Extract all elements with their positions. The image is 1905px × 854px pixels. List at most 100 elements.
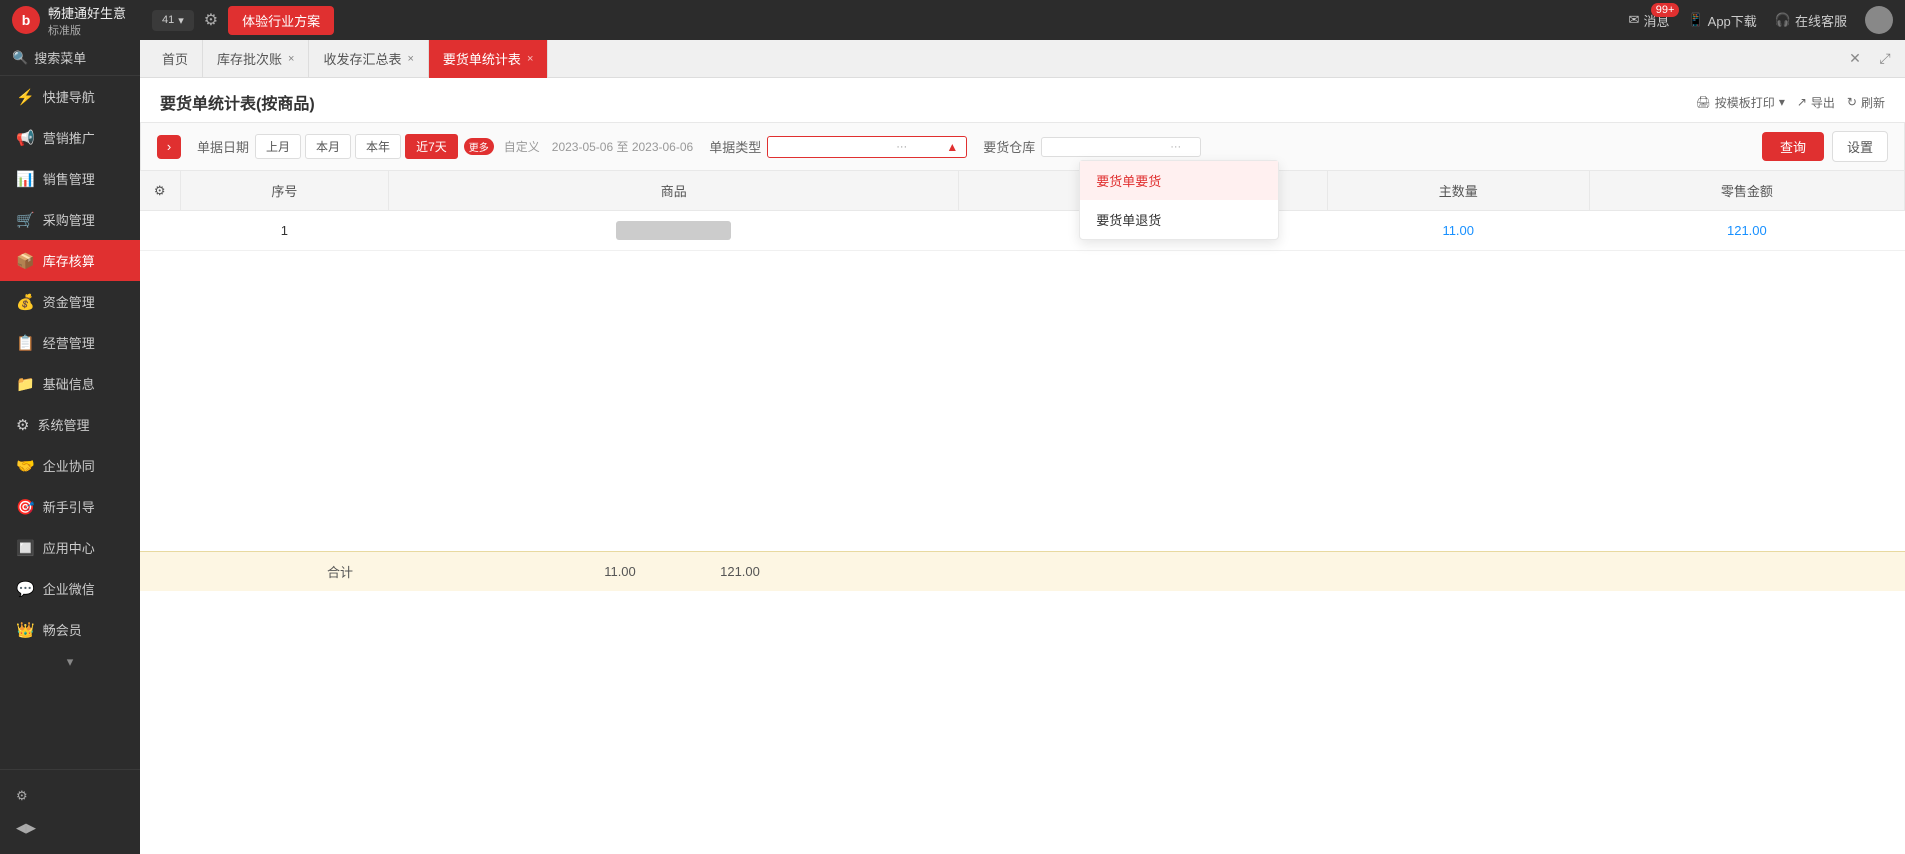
system-icon: ⚙ xyxy=(16,416,29,434)
wechat-icon: 💬 xyxy=(16,580,35,598)
sidebar-item-finance[interactable]: 💰资金管理 xyxy=(0,281,140,322)
app-download-button[interactable]: 📱 App下载 xyxy=(1687,11,1756,30)
dropdown-item-order-goods[interactable]: 要货单要货 xyxy=(1080,161,1278,200)
sidebar-item-purchase[interactable]: 🛒采购管理 xyxy=(0,199,140,240)
filter-toggle-button[interactable]: › xyxy=(157,135,181,159)
warehouse-label: 要货仓库 xyxy=(983,137,1035,156)
sidebar-item-basic[interactable]: 📁基础信息 xyxy=(0,363,140,404)
row-quantity: 11.00 xyxy=(1327,211,1589,251)
sidebar-item-inventory[interactable]: 📦库存核算 xyxy=(0,240,140,281)
doc-type-label: 单据类型 xyxy=(709,137,761,156)
row-amount: 121.00 xyxy=(1589,211,1904,251)
content-area: 首页库存批次账 ×收发存汇总表 ×要货单统计表 × ✕ ⤢ 要货单统计表(按商品… xyxy=(140,40,1905,854)
tab-collect-summary[interactable]: 收发存汇总表 × xyxy=(309,40,428,78)
sidebar-item-operation[interactable]: 📋经营管理 xyxy=(0,322,140,363)
refresh-button[interactable]: ↻ 刷新 xyxy=(1847,94,1885,111)
main-layout: 🔍 搜索菜单 ⚡快捷导航📢营销推广📊销售管理🛒采购管理📦库存核算💰资金管理📋经营… xyxy=(0,40,1905,854)
dropdown-items: 要货单要货要货单退货 xyxy=(1080,161,1278,239)
messages-button[interactable]: ✉ 消息 99+ xyxy=(1629,11,1670,30)
sidebar-item-label: 企业协同 xyxy=(43,456,95,475)
scroll-down-indicator[interactable]: ▾ xyxy=(0,650,140,674)
header-right: ✉ 消息 99+ 📱 App下载 🎧 在线客服 xyxy=(1629,6,1893,34)
sidebar-item-system[interactable]: ⚙ 系统管理 xyxy=(0,404,140,445)
company-selector[interactable]: 41 ▾ xyxy=(152,10,194,31)
tab-close-icon[interactable]: × xyxy=(407,53,413,65)
tab-bar-right: ✕ ⤢ xyxy=(1843,47,1897,71)
th-amount: 零售金额 xyxy=(1589,171,1904,211)
th-goods: 商品 xyxy=(389,171,959,211)
tabs-list: 首页库存批次账 ×收发存汇总表 ×要货单统计表 × xyxy=(148,40,1843,78)
sidebar-search[interactable]: 🔍 搜索菜单 xyxy=(0,40,140,76)
sidebar-settings-button[interactable]: ⚙ xyxy=(0,780,140,812)
logo-area: b 畅捷通好生意 标准版 xyxy=(12,3,152,38)
app-icon: 📱 xyxy=(1687,12,1703,28)
logo-icon: b xyxy=(12,6,40,34)
doc-type-selector[interactable]: ··· ▲ xyxy=(767,136,967,158)
date-btn-last-7-days[interactable]: 近7天 xyxy=(405,134,458,159)
close-tab-button[interactable]: ✕ xyxy=(1843,47,1867,71)
print-template-button[interactable]: 🖨 按模板打印 ▾ xyxy=(1696,94,1785,111)
warehouse-selector[interactable]: ··· xyxy=(1041,137,1201,157)
tab-inventory-batch[interactable]: 库存批次账 × xyxy=(203,40,309,78)
more-dates-badge[interactable]: 更多 xyxy=(464,138,494,155)
export-button[interactable]: ↗ 导出 xyxy=(1797,94,1835,111)
tab-close-icon[interactable]: × xyxy=(288,53,294,65)
sidebar-item-label: 基础信息 xyxy=(43,374,95,393)
sidebar-item-apps[interactable]: 🔲 应用中心 xyxy=(0,527,140,568)
sidebar-item-marketing[interactable]: 📢营销推广 xyxy=(0,117,140,158)
tab-bar: 首页库存批次账 ×收发存汇总表 ×要货单统计表 × ✕ ⤢ xyxy=(140,40,1905,78)
online-service-button[interactable]: 🎧 在线客服 xyxy=(1775,11,1847,30)
query-button[interactable]: 查询 xyxy=(1762,132,1824,161)
chevron-down-icon: ▾ xyxy=(67,654,74,670)
search-label: 搜索菜单 xyxy=(34,48,86,67)
tab-home[interactable]: 首页 xyxy=(148,40,203,78)
summary-bar: 合计 11.00 121.00 xyxy=(140,551,1905,591)
filter-settings-button[interactable]: 设置 xyxy=(1832,131,1888,162)
table-spacer xyxy=(140,251,1905,551)
th-settings[interactable]: ⚙ xyxy=(140,171,180,211)
sidebar-collapse-button[interactable]: ◀▶ xyxy=(0,812,140,844)
sales-icon: 📊 xyxy=(16,170,35,188)
sidebar-item-label: 资金管理 xyxy=(43,292,95,311)
doc-type-filter-group: 单据类型 ··· ▲ 要货单要货要货单退货 xyxy=(709,136,967,158)
more-options-icon: ··· xyxy=(896,141,907,153)
date-btn-this-year[interactable]: 本年 xyxy=(355,134,401,159)
sidebar-item-sales[interactable]: 📊销售管理 xyxy=(0,158,140,199)
quick-nav-icon: ⚡ xyxy=(16,88,35,106)
sidebar-menu: ⚡快捷导航📢营销推广📊销售管理🛒采购管理📦库存核算💰资金管理📋经营管理📁基础信息… xyxy=(0,76,140,650)
enterprise-icon: 🤝 xyxy=(16,457,35,475)
expand-tab-button[interactable]: ⤢ xyxy=(1873,47,1897,71)
filter-actions: 查询 设置 xyxy=(1762,131,1888,162)
company-name: 41 xyxy=(162,14,174,26)
user-avatar[interactable] xyxy=(1865,6,1893,34)
trial-button[interactable]: 体验行业方案 xyxy=(228,6,334,35)
vip-icon: 👑 xyxy=(16,621,35,639)
tab-label: 要货单统计表 xyxy=(443,49,521,68)
custom-date-label[interactable]: 自定义 xyxy=(504,138,540,155)
dropdown-item-order-return[interactable]: 要货单退货 xyxy=(1080,200,1278,239)
date-btn-prev-month[interactable]: 上月 xyxy=(255,134,301,159)
sidebar-item-vip[interactable]: 👑畅会员 xyxy=(0,609,140,650)
top-header: b 畅捷通好生意 标准版 41 ▾ ⚙ 体验行业方案 ✉ 消息 99+ 📱 Ap… xyxy=(0,0,1905,40)
export-label: 导出 xyxy=(1811,94,1835,111)
sidebar-item-label: 经营管理 xyxy=(43,333,95,352)
apps-icon: 🔲 xyxy=(16,539,35,557)
settings-icon[interactable]: ⚙ xyxy=(204,10,218,30)
refresh-label: 刷新 xyxy=(1861,94,1885,111)
data-table: ⚙ 序号 商品 主计量单位 主数量 零售金额 1 ██████ 块 11.00 … xyxy=(140,171,1905,251)
marketing-icon: 📢 xyxy=(16,129,35,147)
page-content: 要货单统计表(按商品) 🖨 按模板打印 ▾ ↗ 导出 ↻ 刷新 xyxy=(140,78,1905,854)
app-download-label: App下载 xyxy=(1708,11,1757,30)
sidebar-bottom: ⚙ ◀▶ xyxy=(0,769,140,854)
sidebar-item-label: 系统管理 xyxy=(37,415,89,434)
guide-icon: 🎯 xyxy=(16,498,35,516)
sidebar-item-guide[interactable]: 🎯新手引导 xyxy=(0,486,140,527)
sidebar-item-wechat[interactable]: 💬企业微信 xyxy=(0,568,140,609)
sidebar-item-label: 应用中心 xyxy=(43,538,95,557)
tab-close-icon[interactable]: × xyxy=(527,53,533,65)
tab-label: 库存批次账 xyxy=(217,49,282,68)
tab-order-summary[interactable]: 要货单统计表 × xyxy=(429,40,548,78)
sidebar-item-enterprise[interactable]: 🤝 企业协同 xyxy=(0,445,140,486)
sidebar-item-quick-nav[interactable]: ⚡快捷导航 xyxy=(0,76,140,117)
date-btn-this-month[interactable]: 本月 xyxy=(305,134,351,159)
